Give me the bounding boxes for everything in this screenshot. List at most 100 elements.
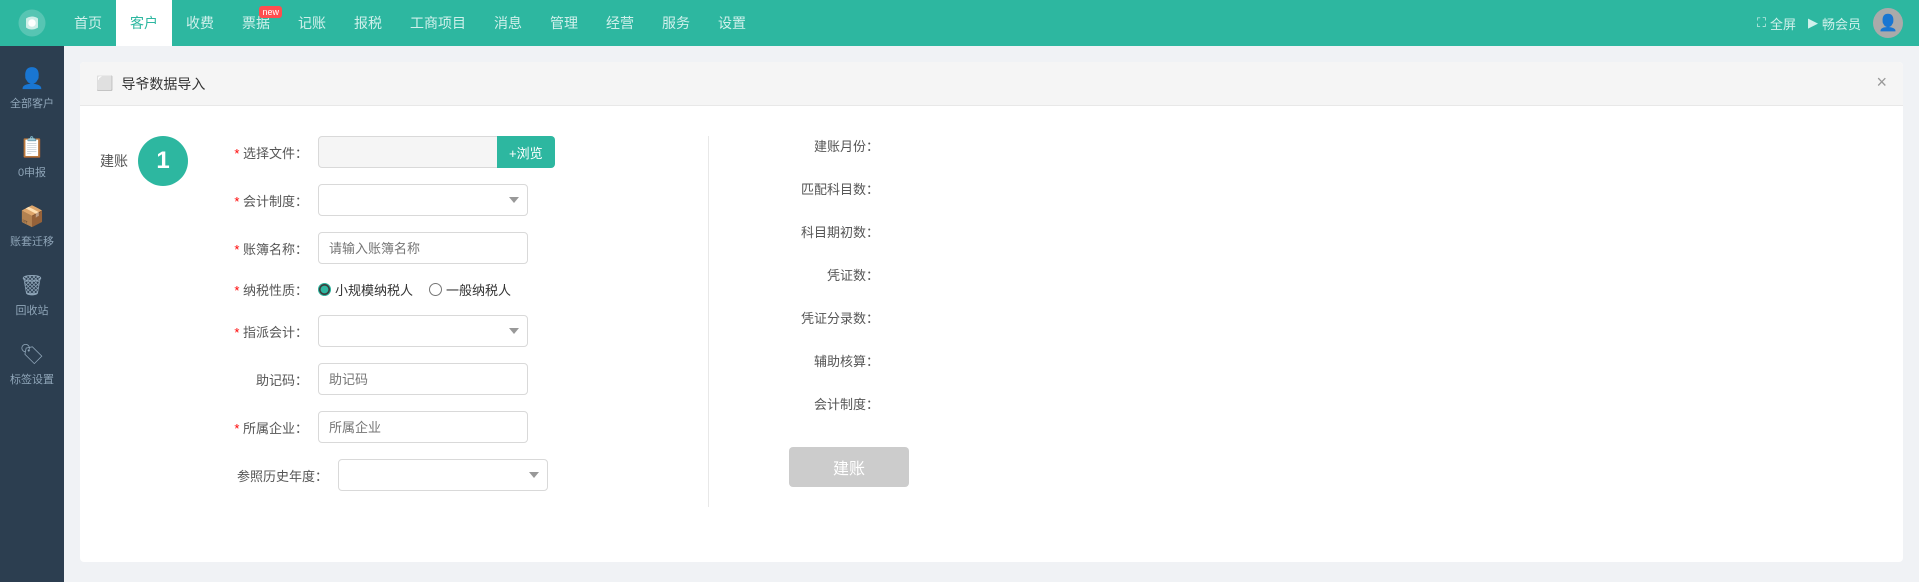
file-label: 选择文件： [228,143,308,162]
fullscreen-icon: ⛶ [1757,15,1766,31]
tag-settings-icon: 🏷 [19,342,44,367]
file-row: 选择文件： +浏览 [228,136,688,168]
sidebar-item-recycle-bin-label: 回收站 [16,302,49,318]
info-accounting-system-label: 会计制度： [789,394,879,413]
sidebar-item-tag-settings[interactable]: 🏷 标签设置 [0,332,64,397]
main-panel: ⬜ 导爷数据导入 × 建账 1 选择文件： [80,62,1903,562]
file-input[interactable] [318,136,498,168]
sidebar-item-zero-declaration-label: 0申报 [18,164,46,180]
memo-label: 助记码： [228,370,308,389]
nav-service[interactable]: 服务 [648,0,704,46]
accounting-system-select[interactable] [318,184,528,216]
info-section: 建账月份： 匹配科目数： 科目期初数： 凭证数： [729,136,1883,507]
history-year-row: 参照历史年度： [228,459,688,491]
step-section: 建账 1 [100,136,228,507]
panel-close-button[interactable]: × [1876,72,1887,93]
initial-balance-label: 科目期初数： [789,222,879,241]
tax-small-radio[interactable]: 小规模纳税人 [318,280,413,299]
nav-management[interactable]: 管理 [536,0,592,46]
sidebar: 👤 全部客户 📋 0申报 📦 账套迁移 🗑 回收站 🏷 标签设置 [0,46,64,582]
tax-general-radio-input[interactable] [429,283,442,296]
history-year-label: 参照历史年度： [228,466,328,485]
accountant-label: 指派会计： [228,322,308,341]
nav-home[interactable]: 首页 [60,0,116,46]
ledger-name-row: 账簿名称： [228,232,688,264]
sidebar-item-account-migration[interactable]: 📦 账套迁移 [0,194,64,259]
sidebar-item-all-customers-label: 全部客户 [10,95,54,111]
member-label: 畅会员 [1822,14,1861,33]
info-accounting-system-row: 会计制度： [789,394,1883,413]
nav-customer[interactable]: 客户 [116,0,172,46]
all-customers-icon: 👤 [20,66,45,91]
nav-items: 首页 客户 收费 票据 new 记账 报税 工商项目 消息 管理 经营 服务 设… [60,0,1757,46]
tax-type-radio-group: 小规模纳税人 一般纳税人 [318,280,511,299]
tax-general-label: 一般纳税人 [446,280,511,299]
accounting-system-row: 会计制度： [228,184,688,216]
panel-body: 建账 1 选择文件： +浏览 会计制度： [80,106,1903,537]
accounting-month-row: 建账月份： [789,136,1883,155]
panel-title: 导爷数据导入 [121,74,205,94]
step-label: 建账 [100,151,128,171]
initial-balance-row: 科目期初数： [789,222,1883,241]
match-accounts-row: 匹配科目数： [789,179,1883,198]
sidebar-item-recycle-bin[interactable]: 🗑 回收站 [0,263,64,328]
fullscreen-label: 全屏 [1770,14,1796,33]
accounting-month-label: 建账月份： [789,136,879,155]
ledger-name-input[interactable] [318,232,528,264]
nav-business-project[interactable]: 工商项目 [396,0,480,46]
nav-fee[interactable]: 收费 [172,0,228,46]
nav-operation[interactable]: 经营 [592,0,648,46]
play-icon: ▶ [1808,15,1818,31]
voucher-count-label: 凭证数： [789,265,879,284]
layout: 👤 全部客户 📋 0申报 📦 账套迁移 🗑 回收站 🏷 标签设置 ⬜ 导爷数据导… [0,46,1919,582]
memo-row: 助记码： [228,363,688,395]
panel-title-icon: ⬜ [96,75,113,92]
browse-button[interactable]: +浏览 [497,136,555,168]
fullscreen-button[interactable]: ⛶ 全屏 [1757,14,1796,33]
sidebar-item-account-migration-label: 账套迁移 [10,233,54,249]
create-button-container: 建账 [789,437,1883,487]
form-section: 选择文件： +浏览 会计制度： 账簿名称： [228,136,688,507]
tax-type-row: 纳税性质： 小规模纳税人 一般纳税人 [228,280,688,299]
aux-accounting-label: 辅助核算： [789,351,879,370]
nav-invoice[interactable]: 票据 new [228,0,284,46]
ledger-name-label: 账簿名称： [228,239,308,258]
app-logo [10,1,54,45]
account-migration-icon: 📦 [20,204,45,229]
company-label: 所属企业： [228,418,308,437]
voucher-count-row: 凭证数： [789,265,1883,284]
new-badge: new [259,6,282,18]
sidebar-item-tag-settings-label: 标签设置 [10,371,54,387]
create-account-button[interactable]: 建账 [789,447,909,487]
member-button[interactable]: ▶ 畅会员 [1808,14,1861,33]
main-content: ⬜ 导爷数据导入 × 建账 1 选择文件： [64,46,1919,582]
accounting-system-label: 会计制度： [228,191,308,210]
nav-right: ⛶ 全屏 ▶ 畅会员 👤 [1757,8,1903,38]
nav-settings[interactable]: 设置 [704,0,760,46]
accountant-row: 指派会计： [228,315,688,347]
nav-tax[interactable]: 报税 [340,0,396,46]
voucher-entries-row: 凭证分录数： [789,308,1883,327]
sidebar-item-zero-declaration[interactable]: 📋 0申报 [0,125,64,190]
match-accounts-label: 匹配科目数： [789,179,879,198]
sidebar-item-all-customers[interactable]: 👤 全部客户 [0,56,64,121]
accountant-select[interactable] [318,315,528,347]
recycle-bin-icon: 🗑 [19,273,44,298]
step-badge: 1 [138,136,188,186]
zero-declaration-icon: 📋 [20,135,45,160]
top-nav: 首页 客户 收费 票据 new 记账 报税 工商项目 消息 管理 经营 服务 设… [0,0,1919,46]
tax-general-radio[interactable]: 一般纳税人 [429,280,511,299]
nav-message[interactable]: 消息 [480,0,536,46]
tax-type-label: 纳税性质： [228,280,308,299]
company-row: 所属企业： [228,411,688,443]
panel-header: ⬜ 导爷数据导入 × [80,62,1903,106]
memo-input[interactable] [318,363,528,395]
tax-small-radio-input[interactable] [318,283,331,296]
section-divider [708,136,709,507]
voucher-entries-label: 凭证分录数： [789,308,879,327]
nav-bookkeeping[interactable]: 记账 [284,0,340,46]
user-avatar[interactable]: 👤 [1873,8,1903,38]
tax-small-label: 小规模纳税人 [335,280,413,299]
company-input[interactable] [318,411,528,443]
history-year-select[interactable] [338,459,548,491]
